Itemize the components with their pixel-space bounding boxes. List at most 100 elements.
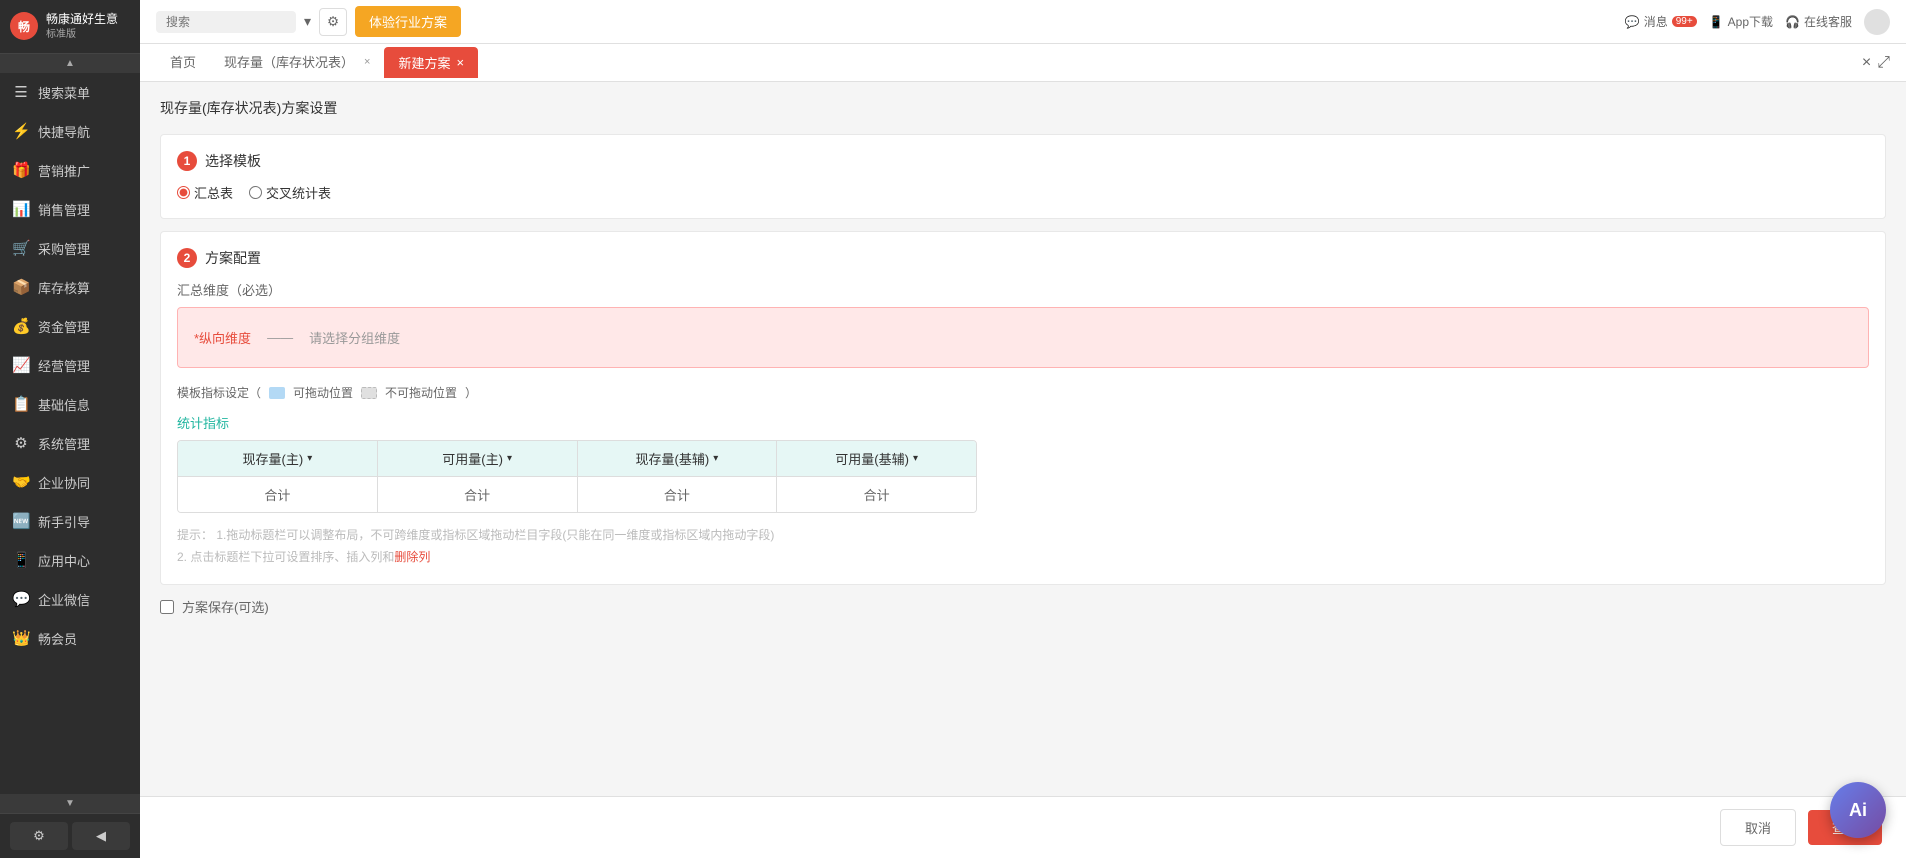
radio-cross-input[interactable] <box>249 186 262 199</box>
topbar: ▾ ⚙ 体验行业方案 💬 消息 99+ 📱 App下载 🎧 在线客服 <box>140 0 1906 44</box>
trial-industry-btn[interactable]: 体验行业方案 <box>355 6 461 37</box>
col-available-aux[interactable]: 可用量(基辅) ▾ <box>777 441 976 476</box>
search-menu-icon: ☰ <box>12 83 30 101</box>
sidebar-scroll-down[interactable]: ▼ <box>0 794 140 813</box>
sidebar-item-corp-wechat[interactable]: 💬 企业微信 <box>0 580 140 619</box>
sidebar-item-label: 经营管理 <box>38 356 90 375</box>
app-name: 畅康通好生意 标准版 <box>46 12 118 41</box>
online-service-badge[interactable]: 🎧 在线客服 <box>1785 13 1852 30</box>
app-download-badge[interactable]: 📱 App下载 <box>1709 13 1773 30</box>
template-radio-group: 汇总表 交叉统计表 <box>177 183 1869 202</box>
tab-expand-btn[interactable]: ⤢ <box>1877 54 1890 72</box>
radio-cross[interactable]: 交叉统计表 <box>249 183 331 202</box>
corp-wechat-icon: 💬 <box>12 590 30 608</box>
movable-label: 可拖动位置 <box>293 384 353 401</box>
sidebar-item-corp-coop[interactable]: 🤝 企业协同 <box>0 463 140 502</box>
sidebar-item-basic-info[interactable]: 📋 基础信息 <box>0 385 140 424</box>
sidebar-item-marketing[interactable]: 🎁 营销推广 <box>0 151 140 190</box>
gear-icon: ⚙ <box>327 14 339 30</box>
sidebar-mute-btn[interactable]: ◀ <box>72 822 130 850</box>
tab-home-label: 首页 <box>170 52 196 71</box>
radio-summary-input[interactable] <box>177 186 190 199</box>
radio-summary-label: 汇总表 <box>194 183 233 202</box>
search-input[interactable] <box>156 11 296 33</box>
col-available-main-label: 可用量(主) <box>442 449 503 468</box>
save-label: 方案保存(可选) <box>182 597 269 616</box>
topbar-left: ▾ ⚙ 体验行业方案 <box>156 6 1615 37</box>
mute-icon: ◀ <box>96 828 106 844</box>
sidebar-item-purchase[interactable]: 🛒 采购管理 <box>0 229 140 268</box>
sidebar-item-member[interactable]: 👑 畅会员 <box>0 619 140 658</box>
dimension-separator: —— <box>267 330 293 345</box>
sidebar-item-inventory[interactable]: 📦 库存核算 <box>0 268 140 307</box>
marketing-icon: 🎁 <box>12 161 30 179</box>
sidebar-item-label: 采购管理 <box>38 239 90 258</box>
sidebar-item-system[interactable]: ⚙ 系统管理 <box>0 424 140 463</box>
indicator-setting-label: 模板指标设定（ <box>177 384 261 401</box>
tip-1: 提示： 1.拖动标题栏可以调整布局，不可跨维度或指标区域拖动栏目字段(只能在同一… <box>177 525 1869 547</box>
col-available-main[interactable]: 可用量(主) ▾ <box>378 441 578 476</box>
sidebar: 畅 畅康通好生意 标准版 ▲ ☰ 搜索菜单 ⚡ 快捷导航 🎁 营销推广 📊 销售… <box>0 0 140 858</box>
sidebar-item-label: 基础信息 <box>38 395 90 414</box>
radio-summary[interactable]: 汇总表 <box>177 183 233 202</box>
tab-new-plan[interactable]: 新建方案 × <box>384 47 478 78</box>
step1-header: 1 选择模板 <box>177 151 1869 171</box>
sidebar-item-label: 企业协同 <box>38 473 90 492</box>
corp-coop-icon: 🤝 <box>12 473 30 491</box>
tab-home[interactable]: 首页 <box>156 44 210 81</box>
settings-icon: ⚙ <box>33 828 45 844</box>
sidebar-item-label: 企业微信 <box>38 590 90 609</box>
dimension-box[interactable]: *纵向维度 —— 请选择分组维度 <box>177 307 1869 368</box>
basic-info-icon: 📋 <box>12 395 30 413</box>
sidebar-item-operations[interactable]: 📈 经营管理 <box>0 346 140 385</box>
step1-number: 1 <box>177 151 197 171</box>
settings-btn[interactable]: ⚙ <box>319 8 347 36</box>
user-avatar[interactable] <box>1864 9 1890 35</box>
message-badge[interactable]: 💬 消息 99+ <box>1625 13 1697 30</box>
cell-current-aux: 合计 <box>578 476 778 512</box>
indicator-header: 模板指标设定（ 可拖动位置 不可拖动位置 ） <box>177 384 1869 401</box>
col-available-main-chevron: ▾ <box>507 453 512 464</box>
sidebar-item-search-menu[interactable]: ☰ 搜索菜单 <box>0 73 140 112</box>
stats-table-header: 现存量(主) ▾ 可用量(主) ▾ 现存量(基辅) ▾ 可用量(基辅) ▾ <box>178 441 976 476</box>
col-current-main[interactable]: 现存量(主) ▾ <box>178 441 378 476</box>
tab-inventory-status[interactable]: 现存量（库存状况表） × <box>210 44 384 81</box>
sidebar-item-finance[interactable]: 💰 资金管理 <box>0 307 140 346</box>
cell-current-main: 合计 <box>178 476 378 512</box>
tab-new-plan-label: 新建方案 <box>398 53 450 72</box>
content-area: 现存量(库存状况表)方案设置 1 选择模板 汇总表 交叉统计表 2 <box>140 82 1906 796</box>
dropdown-btn[interactable]: ▾ <box>304 13 311 30</box>
tips-area: 提示： 1.拖动标题栏可以调整布局，不可跨维度或指标区域拖动栏目字段(只能在同一… <box>177 525 1869 568</box>
sidebar-item-label: 快捷导航 <box>38 122 90 141</box>
col-current-aux-label: 现存量(基辅) <box>636 449 710 468</box>
save-checkbox[interactable] <box>160 600 174 614</box>
save-row: 方案保存(可选) <box>160 597 1886 616</box>
movable-hint: 模板指标设定（ 可拖动位置 不可拖动位置 ） <box>177 384 1869 401</box>
app-center-icon: 📱 <box>12 551 30 569</box>
dimension-placeholder: 请选择分组维度 <box>309 328 400 347</box>
sidebar-item-quick-nav[interactable]: ⚡ 快捷导航 <box>0 112 140 151</box>
sidebar-item-sales[interactable]: 📊 销售管理 <box>0 190 140 229</box>
tab-new-plan-close-btn[interactable]: × <box>456 55 464 70</box>
sidebar-item-new-guide[interactable]: 🆕 新手引导 <box>0 502 140 541</box>
sidebar-item-label: 销售管理 <box>38 200 90 219</box>
purchase-icon: 🛒 <box>12 239 30 257</box>
unmovable-label: 不可拖动位置 <box>385 384 457 401</box>
col-current-aux[interactable]: 现存量(基辅) ▾ <box>578 441 778 476</box>
stats-table: 现存量(主) ▾ 可用量(主) ▾ 现存量(基辅) ▾ 可用量(基辅) ▾ <box>177 440 977 513</box>
tab-inventory-close-btn[interactable]: × <box>364 56 370 68</box>
app-download-label: App下载 <box>1728 13 1773 30</box>
sidebar-item-label: 新手引导 <box>38 512 90 531</box>
sidebar-item-label: 资金管理 <box>38 317 90 336</box>
message-count: 99+ <box>1672 16 1697 27</box>
movable-box <box>269 387 285 399</box>
sidebar-settings-btn[interactable]: ⚙ <box>10 822 68 850</box>
cancel-button[interactable]: 取消 <box>1720 809 1796 846</box>
sidebar-item-label: 库存核算 <box>38 278 90 297</box>
ai-bubble-btn[interactable]: Ai <box>1830 782 1886 838</box>
sidebar-scroll-up[interactable]: ▲ <box>0 54 140 73</box>
tab-close-btn[interactable]: × <box>1862 54 1871 72</box>
sidebar-item-app-center[interactable]: 📱 应用中心 <box>0 541 140 580</box>
sidebar-logo: 畅 畅康通好生意 标准版 <box>0 0 140 54</box>
cell-available-main: 合计 <box>378 476 578 512</box>
